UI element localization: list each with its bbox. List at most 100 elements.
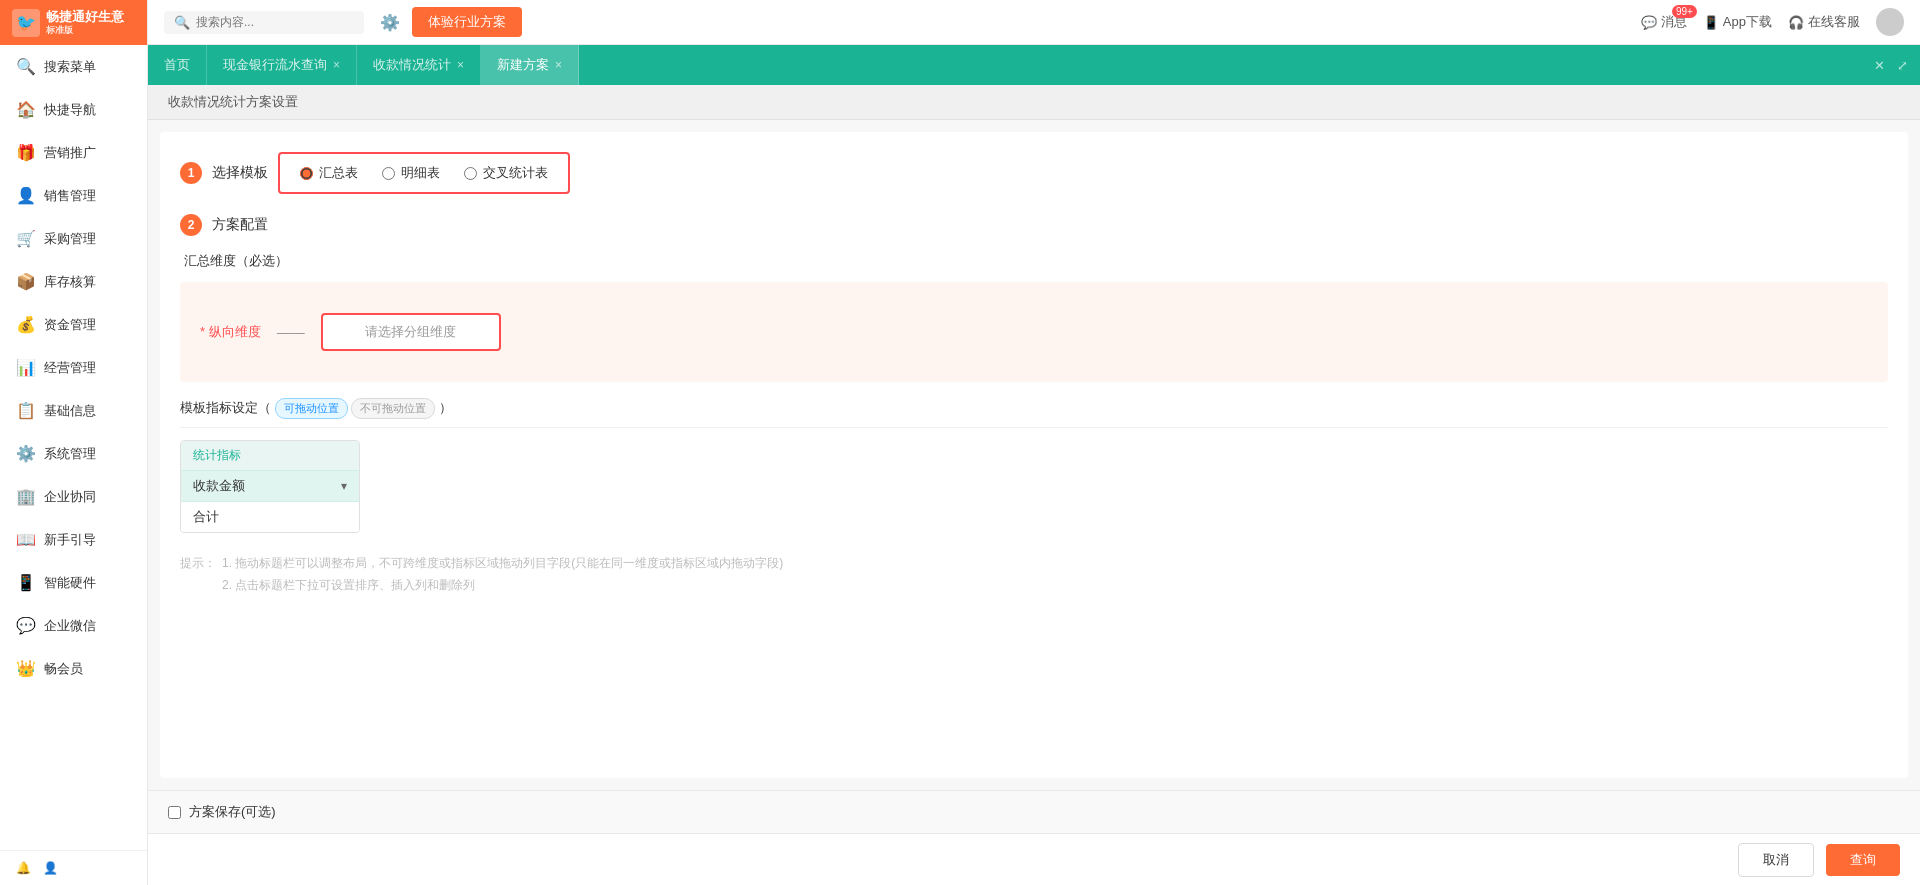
trial-button[interactable]: 体验行业方案 xyxy=(412,7,522,37)
sidebar-label-ops: 经营管理 xyxy=(44,359,96,377)
search-box[interactable]: 🔍 xyxy=(164,11,364,34)
sidebar-label-corp: 企业协同 xyxy=(44,488,96,506)
sidebar-item-guide[interactable]: 📖 新手引导 xyxy=(0,518,147,561)
marketing-icon: 🎁 xyxy=(16,143,36,162)
tab-label-receipts: 收款情况统计 xyxy=(373,56,451,74)
sidebar-item-marketing[interactable]: 🎁 营销推广 xyxy=(0,131,147,174)
sidebar-item-basic[interactable]: 📋 基础信息 xyxy=(0,389,147,432)
sidebar-label-hardware: 智能硬件 xyxy=(44,574,96,592)
dim-select-button[interactable]: 请选择分组维度 xyxy=(321,313,501,351)
sidebar-item-ops[interactable]: 📊 经营管理 xyxy=(0,346,147,389)
step1-section: 1 选择模板 汇总表 明细表 交叉统计表 xyxy=(180,152,1888,194)
tab-label-home: 首页 xyxy=(164,56,190,74)
save-option-row: 方案保存(可选) xyxy=(148,790,1920,833)
step2-title: 方案配置 xyxy=(212,216,268,234)
tab-close-receipts[interactable]: × xyxy=(457,58,464,72)
save-checkbox[interactable] xyxy=(168,806,181,819)
page-content: 收款情况统计方案设置 1 选择模板 汇总表 明细表 xyxy=(148,85,1920,833)
tab-close-bank_flow[interactable]: × xyxy=(333,58,340,72)
download-icon: 📱 xyxy=(1703,15,1719,30)
sidebar-item-system[interactable]: ⚙️ 系统管理 xyxy=(0,432,147,475)
app-download-button[interactable]: 📱 App下载 xyxy=(1703,13,1772,31)
sidebar-item-member[interactable]: 👑 畅会员 xyxy=(0,647,147,690)
page-title: 收款情况统计方案设置 xyxy=(148,85,1920,120)
tab-close-new_plan[interactable]: × xyxy=(555,58,562,72)
tab-bank_flow[interactable]: 现金银行流水查询 × xyxy=(207,45,357,85)
query-button[interactable]: 查询 xyxy=(1826,844,1900,876)
system-icon: ⚙️ xyxy=(16,444,36,463)
cross-label: 交叉统计表 xyxy=(483,164,548,182)
avatar[interactable] xyxy=(1876,8,1904,36)
metrics-col-dropdown-icon[interactable]: ▾ xyxy=(341,479,347,493)
metrics-title-row: 模板指标设定（ 可拖动位置 不可拖动位置 ） xyxy=(180,398,1888,428)
tabs-bar: 首页现金银行流水查询 ×收款情况统计 ×新建方案 × ✕ ⤢ xyxy=(148,45,1920,85)
sales-icon: 👤 xyxy=(16,186,36,205)
online-service-button[interactable]: 🎧 在线客服 xyxy=(1788,13,1860,31)
metrics-section-header: 统计指标 xyxy=(181,441,359,471)
template-select-box: 汇总表 明细表 交叉统计表 xyxy=(278,152,570,194)
sidebar-label-basic: 基础信息 xyxy=(44,402,96,420)
non-draggable-hint-badge: 不可拖动位置 xyxy=(351,398,435,419)
service-icon: 🎧 xyxy=(1788,15,1804,30)
cancel-button[interactable]: 取消 xyxy=(1738,843,1814,877)
sidebar-item-finance[interactable]: 💰 资金管理 xyxy=(0,303,147,346)
main-area: 🔍 ⚙️ 体验行业方案 💬 消息 99+ 📱 App下载 🎧 在线客服 首页现金… xyxy=(148,0,1920,885)
sidebar-item-hardware[interactable]: 📱 智能硬件 xyxy=(0,561,147,604)
tab-label-new_plan: 新建方案 xyxy=(497,56,549,74)
search-input[interactable] xyxy=(196,15,336,29)
sidebar-item-search[interactable]: 🔍 搜索菜单 xyxy=(0,45,147,88)
dimension-area: * 纵向维度 —— 请选择分组维度 xyxy=(180,282,1888,382)
sidebar-logo: 🐦 畅捷通好生意 标准版 xyxy=(0,0,147,45)
radio-summary[interactable]: 汇总表 xyxy=(300,164,358,182)
search-icon: 🔍 xyxy=(16,57,36,76)
sidebar-item-purchase[interactable]: 🛒 采购管理 xyxy=(0,217,147,260)
window-controls: ✕ ⤢ xyxy=(1862,45,1920,85)
msg-button[interactable]: 💬 消息 99+ xyxy=(1641,13,1687,31)
tab-receipts[interactable]: 收款情况统计 × xyxy=(357,45,481,85)
sidebar-label-quick_nav: 快捷导航 xyxy=(44,101,96,119)
detail-label: 明细表 xyxy=(401,164,440,182)
basic-icon: 📋 xyxy=(16,401,36,420)
sidebar-item-inventory[interactable]: 📦 库存核算 xyxy=(0,260,147,303)
tabs-container: 首页现金银行流水查询 ×收款情况统计 ×新建方案 × xyxy=(148,45,579,85)
online-service-label: 在线客服 xyxy=(1808,13,1860,31)
sidebar-item-sales[interactable]: 👤 销售管理 xyxy=(0,174,147,217)
close-window-icon[interactable]: ✕ xyxy=(1874,58,1885,73)
tab-label-bank_flow: 现金银行流水查询 xyxy=(223,56,327,74)
quick_nav-icon: 🏠 xyxy=(16,100,36,119)
top-header: 🔍 ⚙️ 体验行业方案 💬 消息 99+ 📱 App下载 🎧 在线客服 xyxy=(148,0,1920,45)
sidebar-label-inventory: 库存核算 xyxy=(44,273,96,291)
sidebar-item-quick_nav[interactable]: 🏠 快捷导航 xyxy=(0,88,147,131)
tab-home[interactable]: 首页 xyxy=(148,45,207,85)
sidebar-label-guide: 新手引导 xyxy=(44,531,96,549)
expand-icon[interactable]: ⤢ xyxy=(1897,58,1908,73)
step2-section: 2 方案配置 汇总维度（必选） * 纵向维度 —— 请选择分组维度 xyxy=(180,214,1888,596)
header-actions: 💬 消息 99+ 📱 App下载 🎧 在线客服 xyxy=(1641,8,1904,36)
draggable-hint-badge: 可拖动位置 xyxy=(275,398,348,419)
metrics-col-header: 收款金额 ▾ xyxy=(181,471,359,502)
step1-number: 1 xyxy=(180,162,202,184)
metrics-col-name: 收款金额 xyxy=(193,477,245,495)
tab-new_plan[interactable]: 新建方案 × xyxy=(481,45,579,85)
logo-sub: 标准版 xyxy=(46,25,124,36)
finance-icon: 💰 xyxy=(16,315,36,334)
guide-icon: 📖 xyxy=(16,530,36,549)
sidebar: 🐦 畅捷通好生意 标准版 🔍 搜索菜单 🏠 快捷导航 🎁 营销推广 👤 销售管理… xyxy=(0,0,148,885)
dimension-row: * 纵向维度 —— 请选择分组维度 xyxy=(200,313,501,351)
sidebar-nav: 🔍 搜索菜单 🏠 快捷导航 🎁 营销推广 👤 销售管理 🛒 采购管理 📦 库存核… xyxy=(0,45,147,850)
save-option-label: 方案保存(可选) xyxy=(189,803,276,821)
sidebar-label-wechat: 企业微信 xyxy=(44,617,96,635)
corp-icon: 🏢 xyxy=(16,487,36,506)
ops-icon: 📊 xyxy=(16,358,36,377)
sidebar-item-corp[interactable]: 🏢 企业协同 xyxy=(0,475,147,518)
purchase-icon: 🛒 xyxy=(16,229,36,248)
gear-icon[interactable]: ⚙️ xyxy=(380,13,400,32)
radio-cross[interactable]: 交叉统计表 xyxy=(464,164,548,182)
step1-title: 选择模板 xyxy=(212,164,268,182)
sidebar-label-sales: 销售管理 xyxy=(44,187,96,205)
sidebar-item-wechat[interactable]: 💬 企业微信 xyxy=(0,604,147,647)
radio-detail[interactable]: 明细表 xyxy=(382,164,440,182)
inventory-icon: 📦 xyxy=(16,272,36,291)
member-icon: 👑 xyxy=(16,659,36,678)
hardware-icon: 📱 xyxy=(16,573,36,592)
